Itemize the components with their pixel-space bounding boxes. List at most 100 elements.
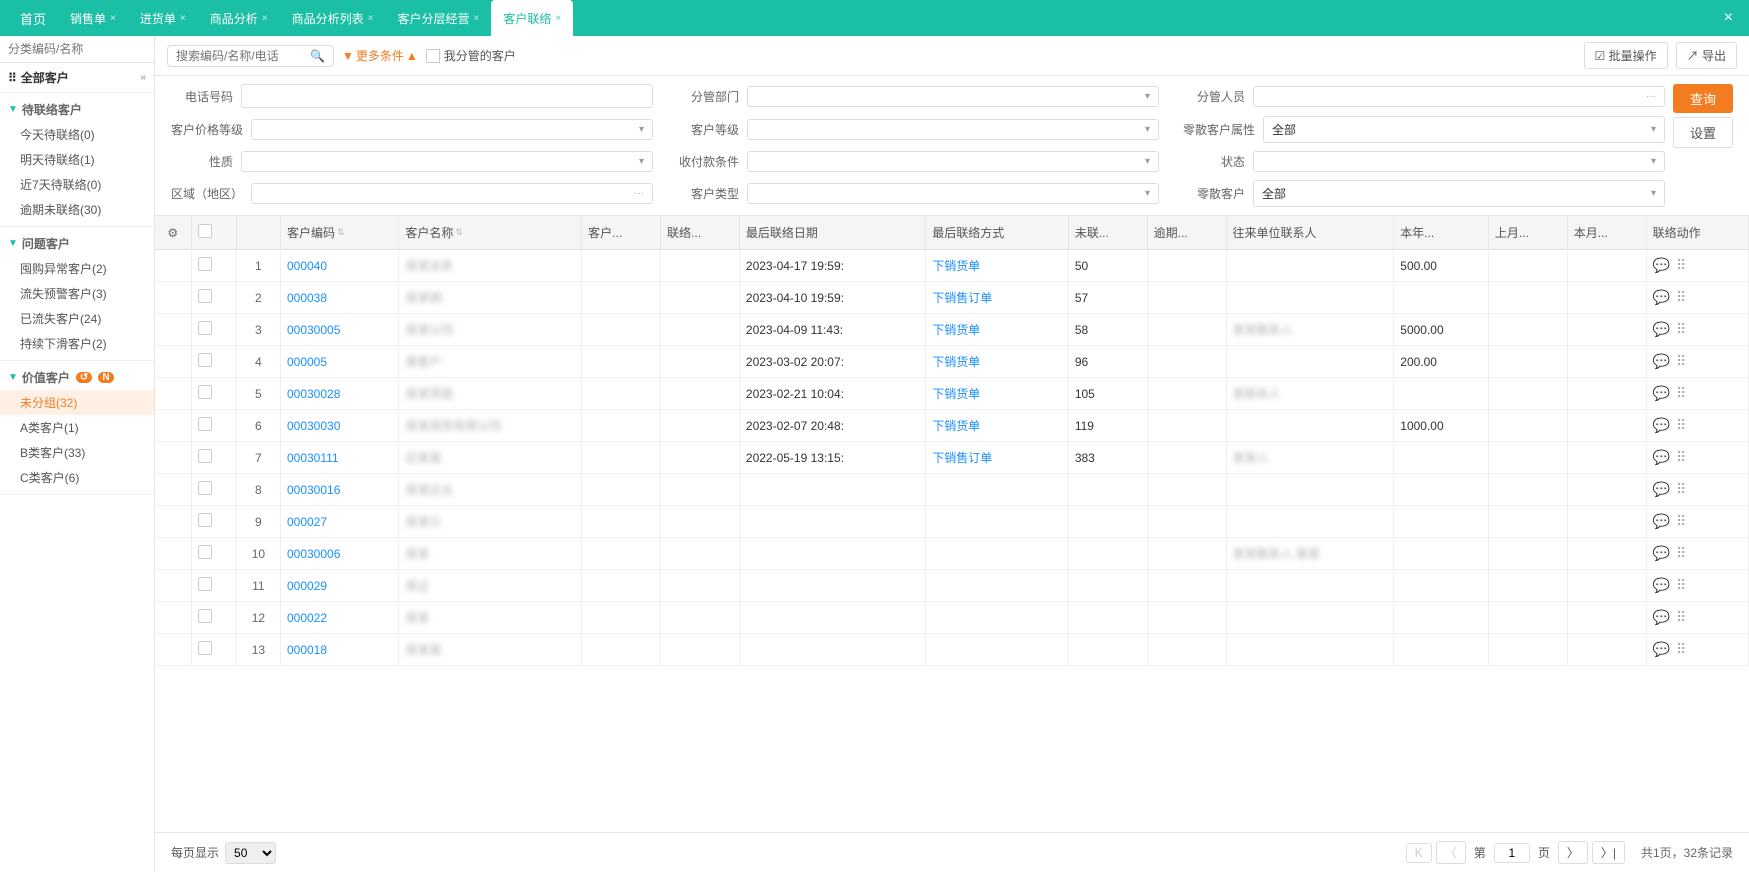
customer-name[interactable]: 某某公司 (399, 314, 582, 346)
phone-action-icon[interactable]: 💬 (1653, 577, 1670, 594)
customer-type-select[interactable]: ▾ (747, 183, 1159, 204)
last-contact-method[interactable] (926, 506, 1069, 538)
checkbox-cell[interactable] (191, 442, 236, 474)
last-contact-method[interactable] (926, 602, 1069, 634)
days-no-contact-header[interactable]: 未联... (1068, 216, 1147, 250)
phone-action-icon[interactable]: 💬 (1653, 513, 1670, 530)
last-contact-method[interactable]: 下销售订单 (926, 442, 1069, 474)
phone-action-icon[interactable]: 💬 (1653, 449, 1670, 466)
close-tab-purchase[interactable]: × (180, 13, 186, 24)
customer-name[interactable]: 某某贸易 (399, 378, 582, 410)
sidebar-group-pending-title[interactable]: ▼ 待联络客户 (0, 97, 154, 122)
sidebar-item-churned[interactable]: 已流失客户(24) (0, 306, 154, 331)
customer-name[interactable]: 某某某 (399, 634, 582, 666)
sidebar-item-b-class[interactable]: B类客户(33) (0, 440, 154, 465)
phone-action-icon[interactable]: 💬 (1653, 289, 1670, 306)
contact-person-header[interactable]: 往来单位联系人 (1226, 216, 1394, 250)
last-contact-method[interactable]: 下销售订单 (926, 282, 1069, 314)
customer-name[interactable]: 某企 (399, 570, 582, 602)
contact-method-link[interactable]: 下销售订单 (932, 451, 992, 465)
nav-tab-customer-contact[interactable]: 客户联络 × (491, 0, 573, 36)
next-page-btn[interactable]: 〉 (1558, 841, 1588, 864)
more-action-icon[interactable]: ⠿ (1676, 417, 1686, 434)
main-search-input[interactable] (176, 49, 306, 63)
phone-action-icon[interactable]: 💬 (1653, 481, 1670, 498)
query-button[interactable]: 查询 (1673, 84, 1733, 113)
overdue-header[interactable]: 逾期... (1147, 216, 1226, 250)
sidebar-item-a-class[interactable]: A类客户(1) (0, 415, 154, 440)
more-action-icon[interactable]: ⠿ (1676, 257, 1686, 274)
sidebar-item-declining[interactable]: 持续下滑客户(2) (0, 331, 154, 356)
prev-page-btn[interactable]: 〈 (1436, 841, 1466, 864)
main-search-icon[interactable]: 🔍 (310, 49, 325, 63)
more-action-icon[interactable]: ⠿ (1676, 289, 1686, 306)
last-page-btn[interactable]: 〉| (1592, 841, 1625, 864)
more-action-icon[interactable]: ⠿ (1676, 577, 1686, 594)
customer-name[interactable]: 某某 (399, 538, 582, 570)
checkbox-cell[interactable] (191, 474, 236, 506)
last-contact-method-header[interactable]: 最后联络方式 (926, 216, 1069, 250)
phone-action-icon[interactable]: 💬 (1653, 417, 1670, 434)
row-checkbox[interactable] (198, 353, 212, 367)
customer-name[interactable]: 某客户 (399, 346, 582, 378)
phone-action-icon[interactable]: 💬 (1653, 321, 1670, 338)
row-checkbox[interactable] (198, 577, 212, 591)
close-all-tabs[interactable]: × (1716, 9, 1741, 27)
customer-code[interactable]: 00030005 (280, 314, 398, 346)
checkbox-cell[interactable] (191, 538, 236, 570)
customer-code[interactable]: 00030016 (280, 474, 398, 506)
phone-action-icon[interactable]: 💬 (1653, 385, 1670, 402)
checkbox-cell[interactable] (191, 570, 236, 602)
contact-method-link[interactable]: 下销货单 (932, 323, 980, 337)
dept-select[interactable]: ▾ (747, 86, 1159, 107)
sidebar-item-tomorrow[interactable]: 明天待联络(1) (0, 147, 154, 172)
sidebar-item-churn-warn[interactable]: 流失预警客户(3) (0, 281, 154, 306)
last-month-header[interactable]: 上月... (1488, 216, 1567, 250)
customer-name[interactable]: 某某商贸有限公司 (399, 410, 582, 442)
this-month-header[interactable]: 本月... (1567, 216, 1646, 250)
more-action-icon[interactable]: ⠿ (1676, 513, 1686, 530)
last-contact-method[interactable]: 下销货单 (926, 250, 1069, 282)
contact-method-link[interactable]: 下销货单 (932, 387, 980, 401)
nav-tab-sales[interactable]: 销售单 × (58, 0, 128, 36)
phone-action-icon[interactable]: 💬 (1653, 353, 1670, 370)
nav-tab-analysis[interactable]: 商品分析 × (198, 0, 280, 36)
more-filters-btn[interactable]: ▼ 更多条件 ▲ (342, 47, 418, 64)
phone-action-icon[interactable]: 💬 (1653, 545, 1670, 562)
customer-code[interactable]: 000029 (280, 570, 398, 602)
customer-name[interactable]: 某某关系 (399, 250, 582, 282)
manager-select[interactable]: ··· (1253, 86, 1665, 107)
last-contact-method[interactable] (926, 570, 1069, 602)
close-tab-sales[interactable]: × (110, 13, 116, 24)
contact-column-header[interactable]: 联络... (661, 216, 740, 250)
phone-action-icon[interactable]: 💬 (1653, 257, 1670, 274)
nav-tab-analysis-list[interactable]: 商品分析列表 × (280, 0, 386, 36)
checkbox-cell[interactable] (191, 282, 236, 314)
my-customers-checkbox[interactable]: 我分管的客户 (426, 47, 516, 64)
checkbox-column-header[interactable] (191, 216, 236, 250)
row-checkbox[interactable] (198, 321, 212, 335)
sidebar-item-c-class[interactable]: C类客户(6) (0, 465, 154, 490)
customer-name[interactable]: 某某企业 (399, 474, 582, 506)
close-tab-customer-contact[interactable]: × (555, 13, 561, 24)
customer-code[interactable]: 00030030 (280, 410, 398, 442)
type-column-header[interactable]: 客户... (582, 216, 661, 250)
row-checkbox[interactable] (198, 257, 212, 271)
nav-tab-customer-mgmt[interactable]: 客户分层经营 × (385, 0, 491, 36)
nav-home[interactable]: 首页 (8, 0, 58, 36)
customer-name[interactable]: 某某公 (399, 506, 582, 538)
close-tab-analysis-list[interactable]: × (368, 13, 374, 24)
phone-action-icon[interactable]: 💬 (1653, 609, 1670, 626)
price-level-select[interactable]: ▾ (251, 119, 653, 140)
row-checkbox[interactable] (198, 417, 212, 431)
customer-name[interactable]: 某某 (399, 602, 582, 634)
more-action-icon[interactable]: ⠿ (1676, 353, 1686, 370)
last-contact-method[interactable]: 下销货单 (926, 378, 1069, 410)
sidebar-item-ungroup[interactable]: 未分组(32) (0, 390, 154, 415)
status-select[interactable]: ▾ (1253, 151, 1665, 172)
checkbox-cell[interactable] (191, 410, 236, 442)
row-checkbox[interactable] (198, 609, 212, 623)
row-checkbox[interactable] (198, 481, 212, 495)
row-checkbox[interactable] (198, 449, 212, 463)
checkbox-cell[interactable] (191, 602, 236, 634)
